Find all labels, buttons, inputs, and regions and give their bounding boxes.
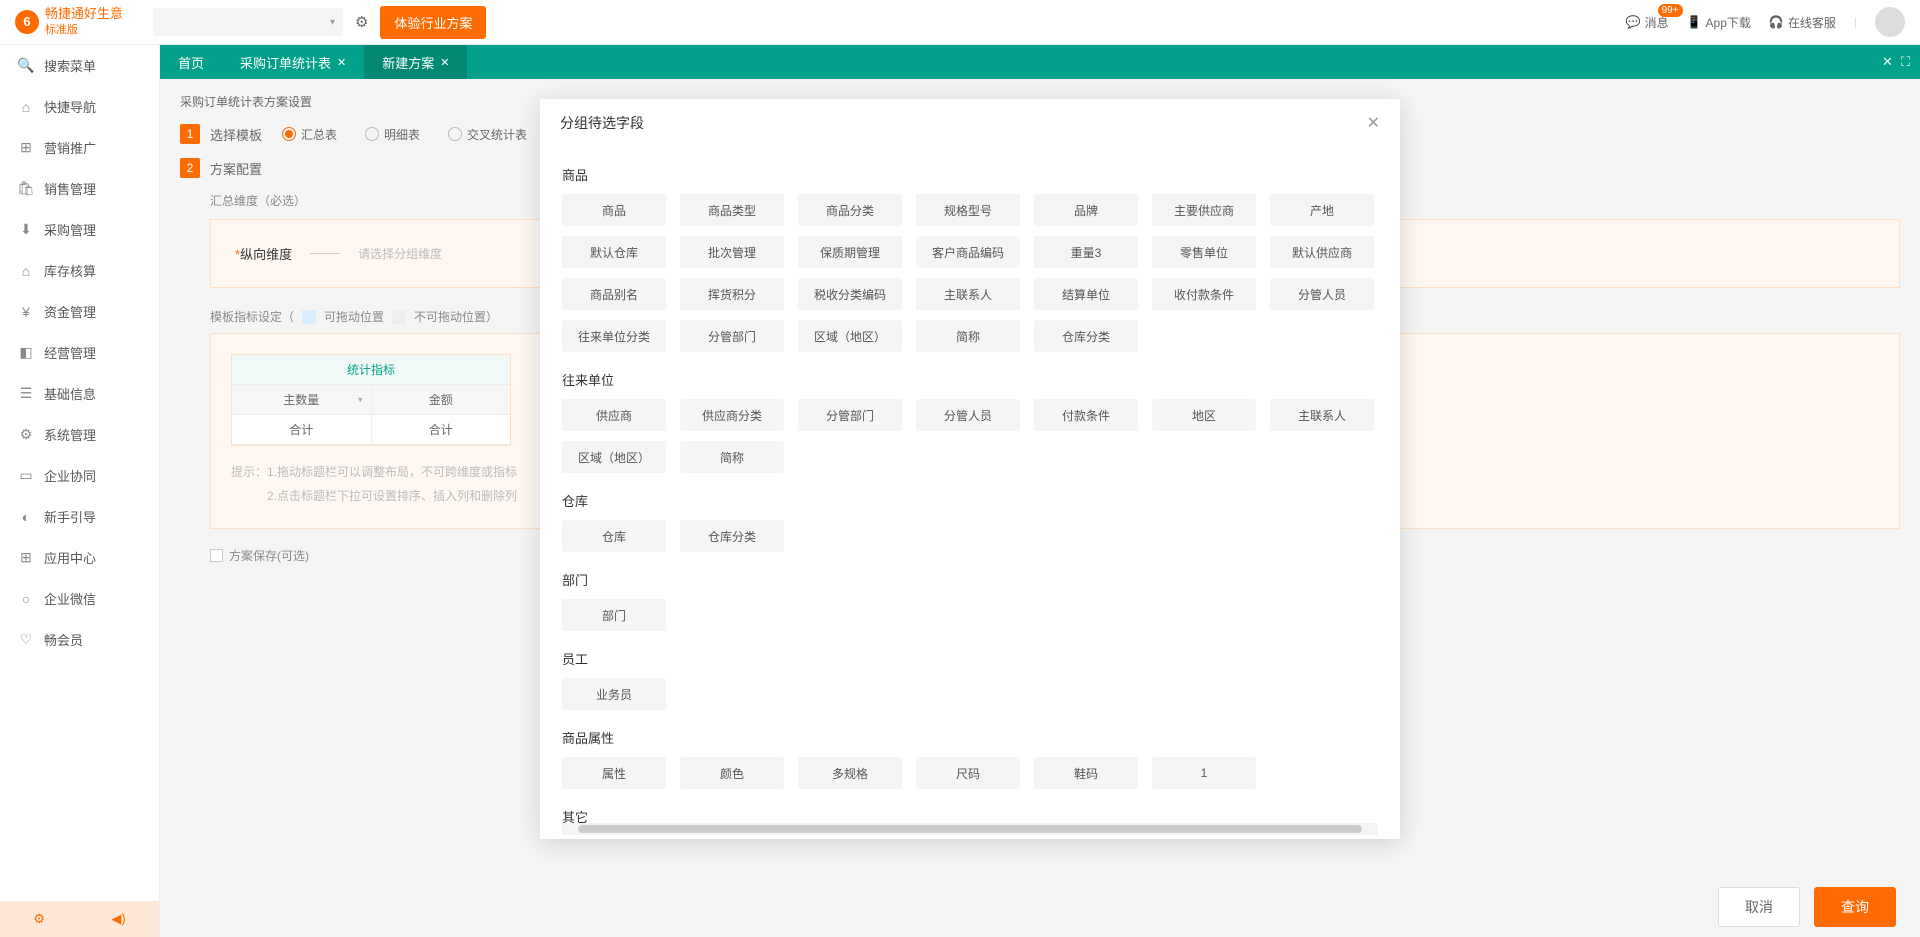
field-chip[interactable]: 分管人员 [1270,278,1374,310]
field-chip[interactable]: 颜色 [680,757,784,789]
field-chip[interactable]: 简称 [916,320,1020,352]
chip-row: 业务员 [562,678,1378,710]
group-title: 仓库 [562,491,1378,510]
field-chip[interactable]: 主要供应商 [1152,194,1256,226]
field-chip[interactable]: 业务员 [562,678,666,710]
field-chip[interactable]: 供应商分类 [680,399,784,431]
field-chip[interactable]: 仓库 [562,520,666,552]
field-chip[interactable]: 商品 [562,194,666,226]
field-chip[interactable]: 分管部门 [798,399,902,431]
group-title: 商品 [562,165,1378,184]
field-chip[interactable]: 主联系人 [916,278,1020,310]
field-chip[interactable]: 区域（地区） [798,320,902,352]
modal-body[interactable]: 商品商品商品类型商品分类规格型号品牌主要供应商产地默认仓库批次管理保质期管理客户… [540,147,1400,823]
field-chip[interactable]: 付款条件 [1034,399,1138,431]
chip-row: 部门 [562,599,1378,631]
field-chip[interactable]: 仓库分类 [1034,320,1138,352]
chip-row: 商品商品类型商品分类规格型号品牌主要供应商产地默认仓库批次管理保质期管理客户商品… [562,194,1378,352]
field-chip[interactable]: 保质期管理 [798,236,902,268]
field-chip[interactable]: 规格型号 [916,194,1020,226]
chip-row: 属性颜色多规格尺码鞋码 1 [562,757,1378,789]
field-chip[interactable]: 区域（地区） [562,441,666,473]
modal-header: 分组待选字段 ✕ [540,99,1400,147]
field-chip[interactable]: 多规格 [798,757,902,789]
field-chip[interactable]: 部门 [562,599,666,631]
field-chip[interactable]: 税收分类编码 [798,278,902,310]
field-chip[interactable]: 属性 [562,757,666,789]
group-title: 往来单位 [562,370,1378,389]
field-chip[interactable]: 结算单位 [1034,278,1138,310]
field-chip[interactable]: 地区 [1152,399,1256,431]
field-chip[interactable]: 品牌 [1034,194,1138,226]
field-chip[interactable]: 仓库分类 [680,520,784,552]
field-chip[interactable]: 分管人员 [916,399,1020,431]
field-chip[interactable]: 客户商品编码 [916,236,1020,268]
field-chip[interactable]: 主联系人 [1270,399,1374,431]
modal-close-button[interactable]: ✕ [1367,113,1380,133]
field-chip[interactable]: 收付款条件 [1152,278,1256,310]
field-chip[interactable]: 供应商 [562,399,666,431]
field-chip[interactable]: 挥货积分 [680,278,784,310]
group-title: 其它 [562,807,1378,823]
field-chip[interactable]: 产地 [1270,194,1374,226]
field-chip[interactable]: 重量3 [1034,236,1138,268]
scrollbar-thumb[interactable] [578,825,1361,833]
chip-row: 仓库仓库分类 [562,520,1378,552]
horizontal-scrollbar[interactable] [562,823,1378,835]
field-chip[interactable]: 零售单位 [1152,236,1256,268]
group-title: 商品属性 [562,728,1378,747]
field-chip[interactable]: 分管部门 [680,320,784,352]
field-chip[interactable]: 商品类型 [680,194,784,226]
group-title: 部门 [562,570,1378,589]
field-chip[interactable]: 鞋码 [1034,757,1138,789]
chip-row: 供应商供应商分类分管部门分管人员付款条件地区主联系人区域（地区） 简称 [562,399,1378,473]
field-chip[interactable]: 默认仓库 [562,236,666,268]
field-chip[interactable]: 商品别名 [562,278,666,310]
modal-title-text: 分组待选字段 [560,113,644,133]
field-chip[interactable]: 简称 [680,441,784,473]
field-selector-modal: 分组待选字段 ✕ 商品商品商品类型商品分类规格型号品牌主要供应商产地默认仓库批次… [540,99,1400,839]
field-chip[interactable]: 尺码 [916,757,1020,789]
field-chip[interactable]: 商品分类 [798,194,902,226]
group-title: 员工 [562,649,1378,668]
field-chip[interactable]: 往来单位分类 [562,320,666,352]
field-chip[interactable]: 1 [1152,757,1256,789]
field-chip[interactable]: 批次管理 [680,236,784,268]
field-chip[interactable]: 默认供应商 [1270,236,1374,268]
